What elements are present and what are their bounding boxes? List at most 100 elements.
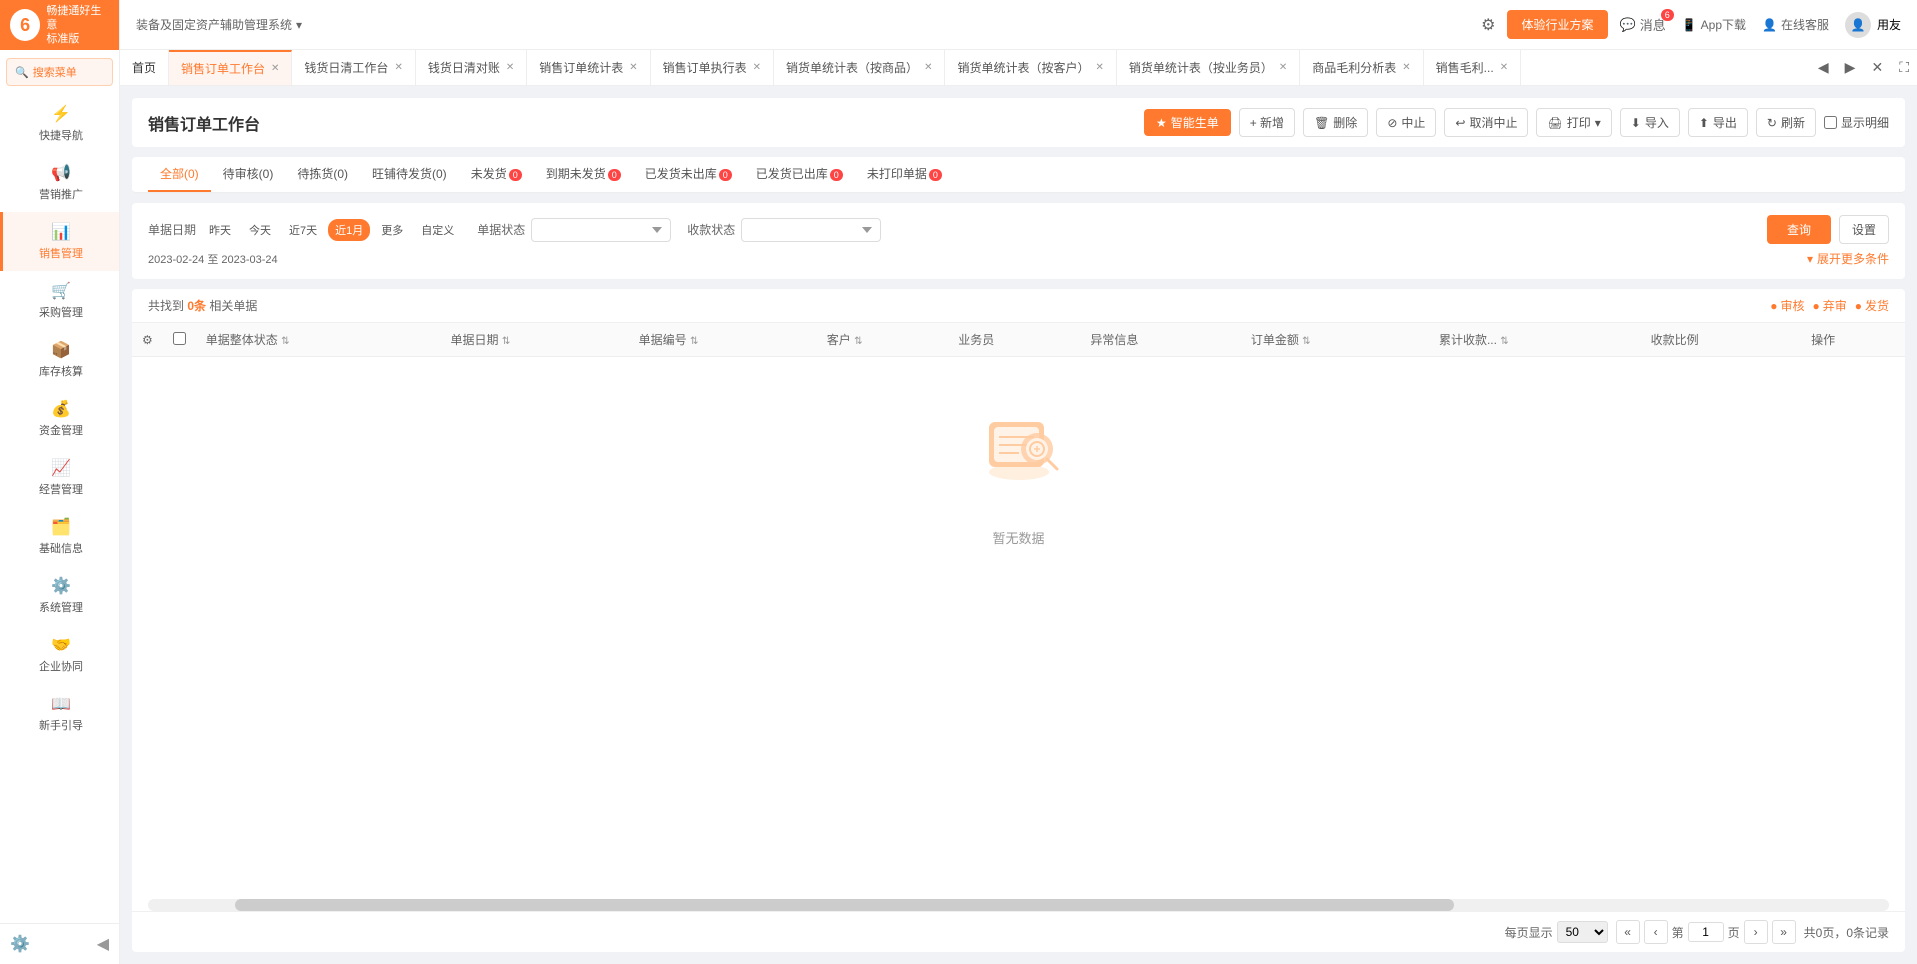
- sidebar-item-purchase[interactable]: 🛒 采购管理: [0, 271, 119, 330]
- subtab-shipped-out[interactable]: 已发货已出库0: [744, 157, 855, 192]
- expand-filters-button[interactable]: ▾ 展开更多条件: [1807, 250, 1889, 267]
- last-page-button[interactable]: »: [1772, 920, 1796, 944]
- solution-button[interactable]: 体验行业方案: [1507, 10, 1607, 39]
- tab-close-sales-single-customer[interactable]: ✕: [1095, 62, 1103, 73]
- date-1month-btn[interactable]: 近1月: [328, 219, 370, 241]
- status-select[interactable]: [531, 218, 671, 242]
- first-page-button[interactable]: «: [1616, 920, 1640, 944]
- payment-select[interactable]: [741, 218, 881, 242]
- subtab-all[interactable]: 全部(0): [148, 157, 211, 192]
- select-all-checkbox[interactable]: [173, 332, 186, 345]
- col-collected[interactable]: 累计收款... ⇅: [1429, 323, 1641, 357]
- tab-close-cash-daily[interactable]: ✕: [394, 62, 402, 73]
- delete-button[interactable]: 🗑 删除: [1303, 108, 1368, 137]
- tab-close-all-button[interactable]: ✕: [1863, 50, 1891, 86]
- collapse-icon[interactable]: ◀: [97, 934, 109, 954]
- next-page-button[interactable]: ›: [1744, 920, 1768, 944]
- col-settings[interactable]: ⚙: [132, 323, 163, 357]
- tab-close-cash-reconcile[interactable]: ✕: [506, 62, 514, 73]
- tab-sales-stat[interactable]: 销售订单统计表 ✕: [527, 50, 650, 86]
- message-button[interactable]: 💬 消息 6: [1620, 15, 1666, 34]
- sidebar-item-guide[interactable]: 📖 新手引导: [0, 684, 119, 743]
- user-menu-button[interactable]: 👤 用友: [1845, 12, 1901, 38]
- subtab-wangpu-pending[interactable]: 旺铺待发货(0): [360, 157, 459, 192]
- import-button[interactable]: ⬇ 导入: [1620, 108, 1680, 137]
- settings-gear-icon[interactable]: ⚙: [1481, 15, 1495, 35]
- cancel-audit-action-button[interactable]: ● 弃审: [1812, 297, 1846, 314]
- show-detail-checkbox-label[interactable]: 显示明细: [1824, 114, 1889, 131]
- app-download-button[interactable]: 📱 App下载: [1682, 16, 1746, 33]
- sidebar-item-inventory[interactable]: 📦 库存核算: [0, 330, 119, 389]
- per-page-select[interactable]: 50 100: [1557, 921, 1608, 943]
- col-number[interactable]: 单据编号 ⇅: [629, 323, 817, 357]
- sidebar-search-area: 🔍 搜索菜单: [0, 50, 119, 94]
- audit-action-button[interactable]: ● 审核: [1770, 297, 1804, 314]
- horizontal-scrollbar[interactable]: [148, 899, 1889, 911]
- col-amount[interactable]: 订单金额 ⇅: [1241, 323, 1429, 357]
- sidebar-item-collab[interactable]: 🤝 企业协同: [0, 625, 119, 684]
- date-custom-btn[interactable]: 自定义: [414, 219, 461, 241]
- scrollbar-thumb[interactable]: [235, 899, 1454, 911]
- smart-create-button[interactable]: ★ 智能生单: [1144, 109, 1231, 136]
- settings-icon[interactable]: ⚙️: [10, 934, 30, 954]
- tab-close-gross-profit[interactable]: ✕: [1402, 62, 1410, 73]
- show-detail-checkbox[interactable]: [1824, 116, 1837, 129]
- export-button[interactable]: ⬆ 导出: [1688, 108, 1748, 137]
- tab-gross-profit[interactable]: 商品毛利分析表 ✕: [1300, 50, 1423, 86]
- tab-cash-reconcile[interactable]: 钱货日清对账 ✕: [416, 50, 527, 86]
- date-7days-btn[interactable]: 近7天: [282, 219, 324, 241]
- cancel-suspend-button[interactable]: ↩ 取消中止: [1444, 108, 1528, 137]
- tab-next-button[interactable]: ▶: [1837, 50, 1864, 86]
- table-scroll-area[interactable]: ⚙ 单据整体状态 ⇅ 单据日期 ⇅: [132, 323, 1905, 899]
- subtab-pending-inspect[interactable]: 待拣货(0): [285, 157, 360, 192]
- refresh-button[interactable]: ↻ 刷新: [1756, 108, 1816, 137]
- filter-row-2: 2023-02-24 至 2023-03-24 ▾ 展开更多条件: [148, 250, 1889, 267]
- date-today-btn[interactable]: 今天: [242, 219, 278, 241]
- tab-home[interactable]: 首页: [120, 50, 169, 86]
- tab-close-sales-workbench[interactable]: ✕: [271, 63, 279, 74]
- subtab-pending-audit[interactable]: 待审核(0): [211, 157, 286, 192]
- tab-close-sales-more[interactable]: ✕: [1500, 62, 1508, 73]
- col-checkbox[interactable]: [163, 323, 196, 357]
- tab-sales-workbench[interactable]: 销售订单工作台 ✕: [169, 50, 292, 86]
- system-title[interactable]: 装备及固定资产辅助管理系统 ▾: [136, 16, 302, 33]
- col-customer[interactable]: 客户 ⇅: [817, 323, 949, 357]
- col-date[interactable]: 单据日期 ⇅: [441, 323, 629, 357]
- sidebar-item-finance[interactable]: 💰 资金管理: [0, 389, 119, 448]
- sidebar-item-basic[interactable]: 🗂️ 基础信息: [0, 507, 119, 566]
- tab-sales-single-customer[interactable]: 销货单统计表（按客户） ✕: [945, 50, 1116, 86]
- subtab-overdue-not-shipped[interactable]: 到期未发货0: [534, 157, 633, 192]
- tab-sales-more[interactable]: 销售毛利... ✕: [1424, 50, 1521, 86]
- tab-cash-daily[interactable]: 钱货日清工作台 ✕: [292, 50, 415, 86]
- subtab-not-printed[interactable]: 未打印单据0: [855, 157, 954, 192]
- print-button[interactable]: 🖨 打印 ▾: [1536, 108, 1611, 137]
- subtab-shipped-not-out[interactable]: 已发货未出库0: [633, 157, 744, 192]
- tab-prev-button[interactable]: ◀: [1810, 50, 1837, 86]
- tab-close-sales-single-product[interactable]: ✕: [924, 62, 932, 73]
- tab-close-sales-single-staff[interactable]: ✕: [1279, 62, 1287, 73]
- tab-close-sales-stat[interactable]: ✕: [629, 62, 637, 73]
- tab-sales-single-product[interactable]: 销货单统计表（按商品） ✕: [774, 50, 945, 86]
- sidebar-item-operation[interactable]: 📈 经营管理: [0, 448, 119, 507]
- sidebar-item-quick[interactable]: ⚡ 快捷导航: [0, 94, 119, 153]
- suspend-button[interactable]: ⊘ 中止: [1376, 108, 1436, 137]
- subtab-not-shipped[interactable]: 未发货0: [459, 157, 534, 192]
- ship-action-button[interactable]: ● 发货: [1855, 297, 1889, 314]
- sidebar-item-system[interactable]: ⚙️ 系统管理: [0, 566, 119, 625]
- page-input[interactable]: [1688, 922, 1724, 942]
- sidebar-item-sales[interactable]: 📊 销售管理: [0, 212, 119, 271]
- search-menu-button[interactable]: 🔍 搜索菜单: [6, 58, 113, 86]
- tab-close-sales-exec[interactable]: ✕: [753, 62, 761, 73]
- query-button[interactable]: 查询: [1767, 215, 1831, 244]
- tab-maximize-button[interactable]: ⛶: [1891, 50, 1917, 86]
- sidebar-item-marketing[interactable]: 📢 营销推广: [0, 153, 119, 212]
- prev-page-button[interactable]: ‹: [1644, 920, 1668, 944]
- date-yesterday-btn[interactable]: 昨天: [202, 219, 238, 241]
- tab-sales-single-staff[interactable]: 销货单统计表（按业务员） ✕: [1117, 50, 1300, 86]
- tab-sales-exec[interactable]: 销售订单执行表 ✕: [651, 50, 774, 86]
- set-button[interactable]: 设置: [1839, 215, 1889, 244]
- online-service-button[interactable]: 👤 在线客服: [1762, 16, 1829, 33]
- col-status[interactable]: 单据整体状态 ⇅: [196, 323, 441, 357]
- add-button[interactable]: + 新增: [1239, 108, 1295, 137]
- date-more-btn[interactable]: 更多: [374, 219, 410, 241]
